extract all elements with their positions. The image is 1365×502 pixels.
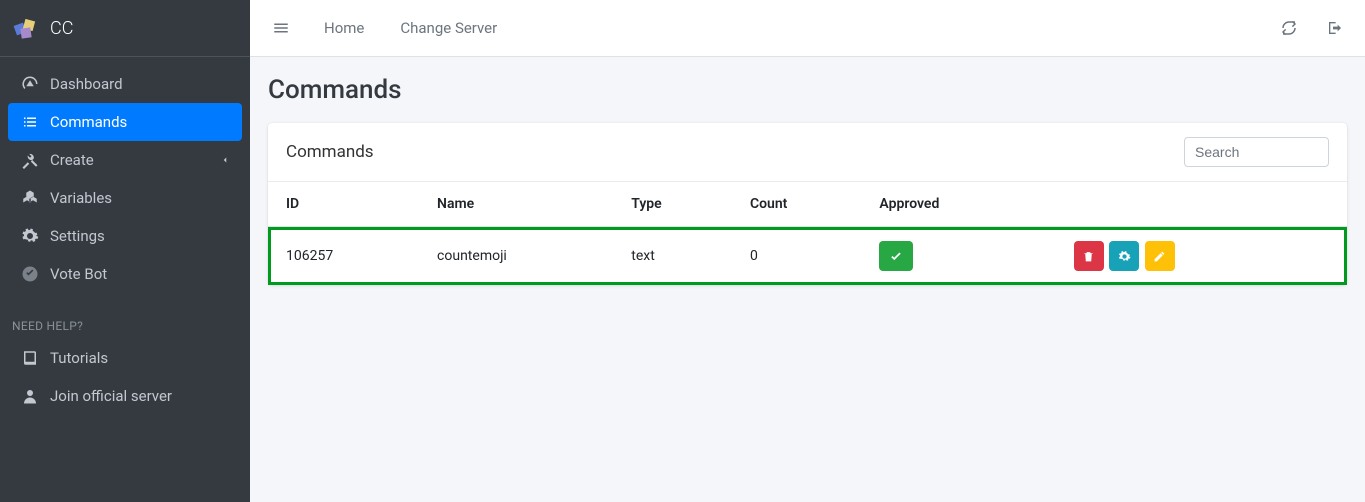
delete-button[interactable] <box>1074 241 1104 271</box>
main: Home Change Server Commands Commands <box>250 0 1365 502</box>
th-name[interactable]: Name <box>419 182 613 227</box>
sidebar-item-label: Variables <box>50 189 112 207</box>
tools-icon <box>20 151 40 169</box>
chevron-left-icon <box>220 155 230 165</box>
trash-icon <box>1082 250 1095 263</box>
sidebar: CC Dashboard Commands Create <box>0 0 250 502</box>
check-circle-icon <box>20 265 40 283</box>
sidebar-nav: Dashboard Commands Create Variables <box>0 57 250 301</box>
cell-count: 0 <box>732 227 861 286</box>
dashboard-icon <box>20 75 40 93</box>
refresh-icon[interactable] <box>1275 14 1303 42</box>
brand-name: CC <box>50 18 73 39</box>
sidebar-help-nav: Tutorials Join official server <box>0 339 250 423</box>
sidebar-item-tutorials[interactable]: Tutorials <box>8 339 242 377</box>
commands-table: ID Name Type Count Approved 106257 count… <box>268 182 1347 285</box>
edit-button[interactable] <box>1145 241 1175 271</box>
th-actions <box>1056 182 1347 227</box>
cell-actions <box>1056 227 1347 286</box>
sidebar-item-create[interactable]: Create <box>8 141 242 179</box>
top-link-changeserver[interactable]: Change Server <box>392 13 505 43</box>
sidebar-item-dashboard[interactable]: Dashboard <box>8 65 242 103</box>
th-count[interactable]: Count <box>732 182 861 227</box>
sidebar-item-variables[interactable]: Variables <box>8 179 242 217</box>
top-link-home[interactable]: Home <box>316 13 372 43</box>
sidebar-item-joinserver[interactable]: Join official server <box>8 377 242 415</box>
book-icon <box>20 349 40 367</box>
sidebar-item-label: Commands <box>50 113 127 131</box>
sidebar-item-label: Vote Bot <box>50 265 107 283</box>
sidebar-item-label: Settings <box>50 227 105 245</box>
sidebar-help-header: NEED HELP? <box>0 301 250 339</box>
table-row[interactable]: 106257 countemoji text 0 <box>268 227 1347 286</box>
topbar-right <box>1275 14 1349 42</box>
sidebar-item-votebot[interactable]: Vote Bot <box>8 255 242 293</box>
th-id[interactable]: ID <box>268 182 419 227</box>
cubes-icon <box>20 189 40 207</box>
brand-logo-icon <box>12 14 40 42</box>
approved-check-icon <box>879 241 913 271</box>
cell-id: 106257 <box>268 227 419 286</box>
brand[interactable]: CC <box>0 0 250 57</box>
pencil-icon <box>1153 250 1166 263</box>
th-type[interactable]: Type <box>613 182 732 227</box>
settings-button[interactable] <box>1109 241 1139 271</box>
topbar: Home Change Server <box>250 0 1365 57</box>
cell-type: text <box>613 227 732 286</box>
topbar-left: Home Change Server <box>266 13 505 43</box>
cell-approved <box>861 227 1055 286</box>
card-header: Commands <box>268 123 1347 182</box>
gear-icon <box>1118 250 1131 263</box>
sidebar-item-label: Tutorials <box>50 349 108 367</box>
card-title: Commands <box>286 142 374 162</box>
user-icon <box>20 387 40 405</box>
sidebar-item-settings[interactable]: Settings <box>8 217 242 255</box>
cell-name: countemoji <box>419 227 613 286</box>
commands-card: Commands ID Name Type Count Approved <box>268 123 1347 285</box>
sidebar-item-commands[interactable]: Commands <box>8 103 242 141</box>
th-approved[interactable]: Approved <box>861 182 1055 227</box>
menu-toggle-icon[interactable] <box>266 13 296 43</box>
list-icon <box>20 113 40 131</box>
page-title: Commands <box>268 75 1347 105</box>
content: Commands Commands ID Name Type Count App… <box>250 57 1365 502</box>
logout-icon[interactable] <box>1321 14 1349 42</box>
search-input[interactable] <box>1184 137 1329 167</box>
sidebar-item-label: Join official server <box>50 387 172 405</box>
sidebar-item-label: Dashboard <box>50 75 123 93</box>
gear-icon <box>20 227 40 245</box>
sidebar-item-label: Create <box>50 151 94 169</box>
